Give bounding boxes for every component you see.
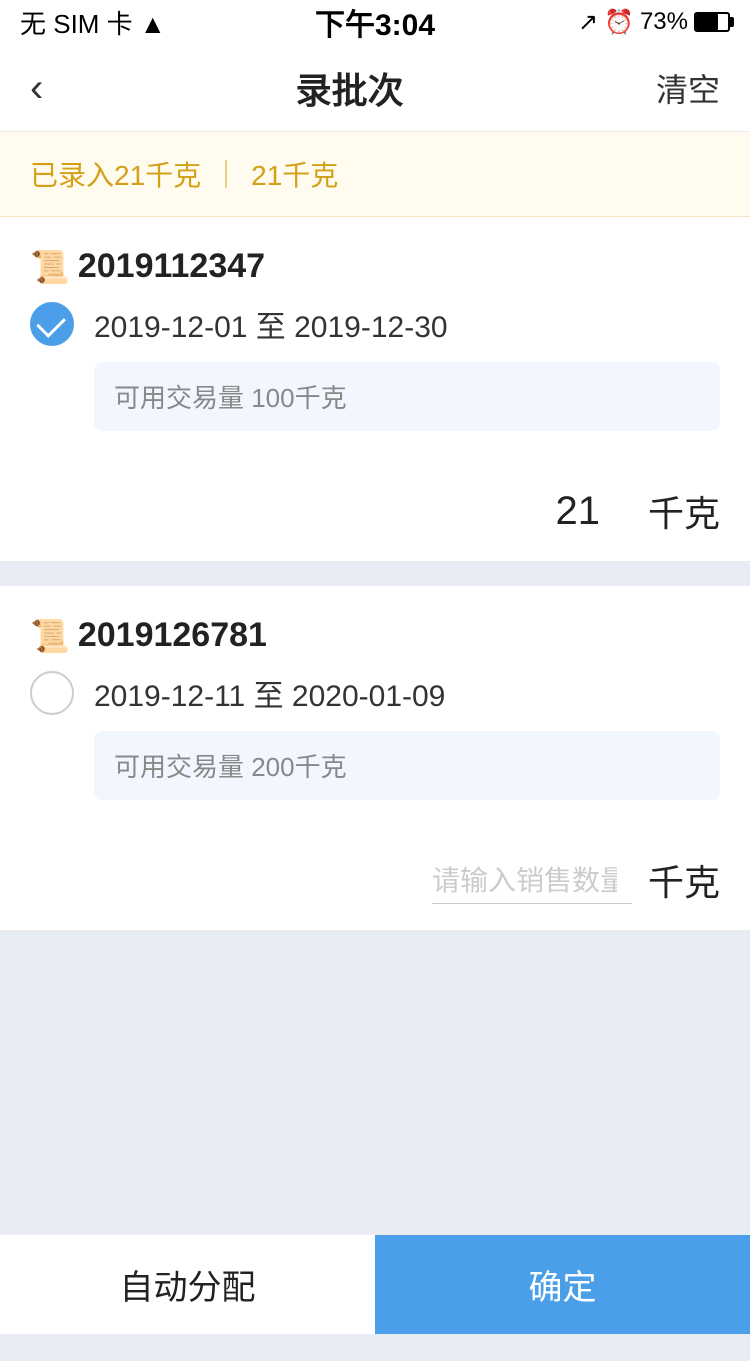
batch-date-row-2[interactable]: 2019-12-11 至 2020-01-09 [30,671,720,715]
summary-divider [225,160,227,188]
auto-distribute-button[interactable]: 自动分配 [0,1235,375,1334]
batch-id-2: 2019126781 [78,616,267,655]
available-text-1: 可用交易量 100千克 [114,383,347,413]
no-sim-text: 无 SIM 卡 ▲ [20,4,166,41]
nav-bar: ‹ 录批次 清空 [0,44,750,132]
clear-button[interactable]: 清空 [656,65,720,111]
batch-date-text-2: 2019-12-11 至 2020-01-09 [94,671,445,715]
back-button[interactable]: ‹ [30,68,43,108]
signal-icon: ↗ [578,8,598,37]
quantity-row-1: 21 千克 [0,461,750,562]
doc-icon-1: 📜 [30,248,70,286]
summary-banner: 已录入21千克 21千克 [0,132,750,217]
batch-available-2: 可用交易量 200千克 [94,731,720,800]
quantity-unit-1: 千克 [648,485,720,537]
battery-icon [694,12,730,32]
batch-radio-2[interactable] [30,671,74,715]
status-right: ↗ ⏰ 73% [578,8,730,37]
quantity-input-2[interactable] [432,857,632,904]
batch-radio-1[interactable] [30,302,74,346]
batch-card-1: 📜 2019112347 2019-12-01 至 2019-12-30 可用交… [0,217,750,461]
quantity-unit-2: 千克 [648,854,720,906]
batch-date-text-1: 2019-12-01 至 2019-12-30 [94,302,448,346]
battery-text: 73% [640,8,688,36]
bottom-actions: 自动分配 确定 [0,1234,750,1334]
status-time: 下午3:04 [315,0,435,44]
total-amount: 21千克 [251,154,338,194]
batch-separator [0,562,750,586]
available-text-2: 可用交易量 200千克 [114,752,347,782]
page-title: 录批次 [296,62,404,114]
status-bar: 无 SIM 卡 ▲ 下午3:04 ↗ ⏰ 73% [0,0,750,44]
quantity-value-1: 21 [555,489,600,534]
batch-card-2: 📜 2019126781 2019-12-11 至 2020-01-09 可用交… [0,586,750,830]
batch-header-1: 📜 2019112347 [30,247,720,286]
alarm-icon: ⏰ [604,8,634,37]
confirm-button[interactable]: 确定 [375,1235,750,1334]
batch-available-1: 可用交易量 100千克 [94,362,720,431]
batch-header-2: 📜 2019126781 [30,616,720,655]
recorded-amount: 已录入21千克 [30,154,201,194]
batch-date-row-1[interactable]: 2019-12-01 至 2019-12-30 [30,302,720,346]
doc-icon-2: 📜 [30,617,70,655]
batch-id-1: 2019112347 [78,247,265,286]
quantity-row-2: 千克 [0,830,750,931]
status-left: 无 SIM 卡 ▲ [20,4,166,41]
